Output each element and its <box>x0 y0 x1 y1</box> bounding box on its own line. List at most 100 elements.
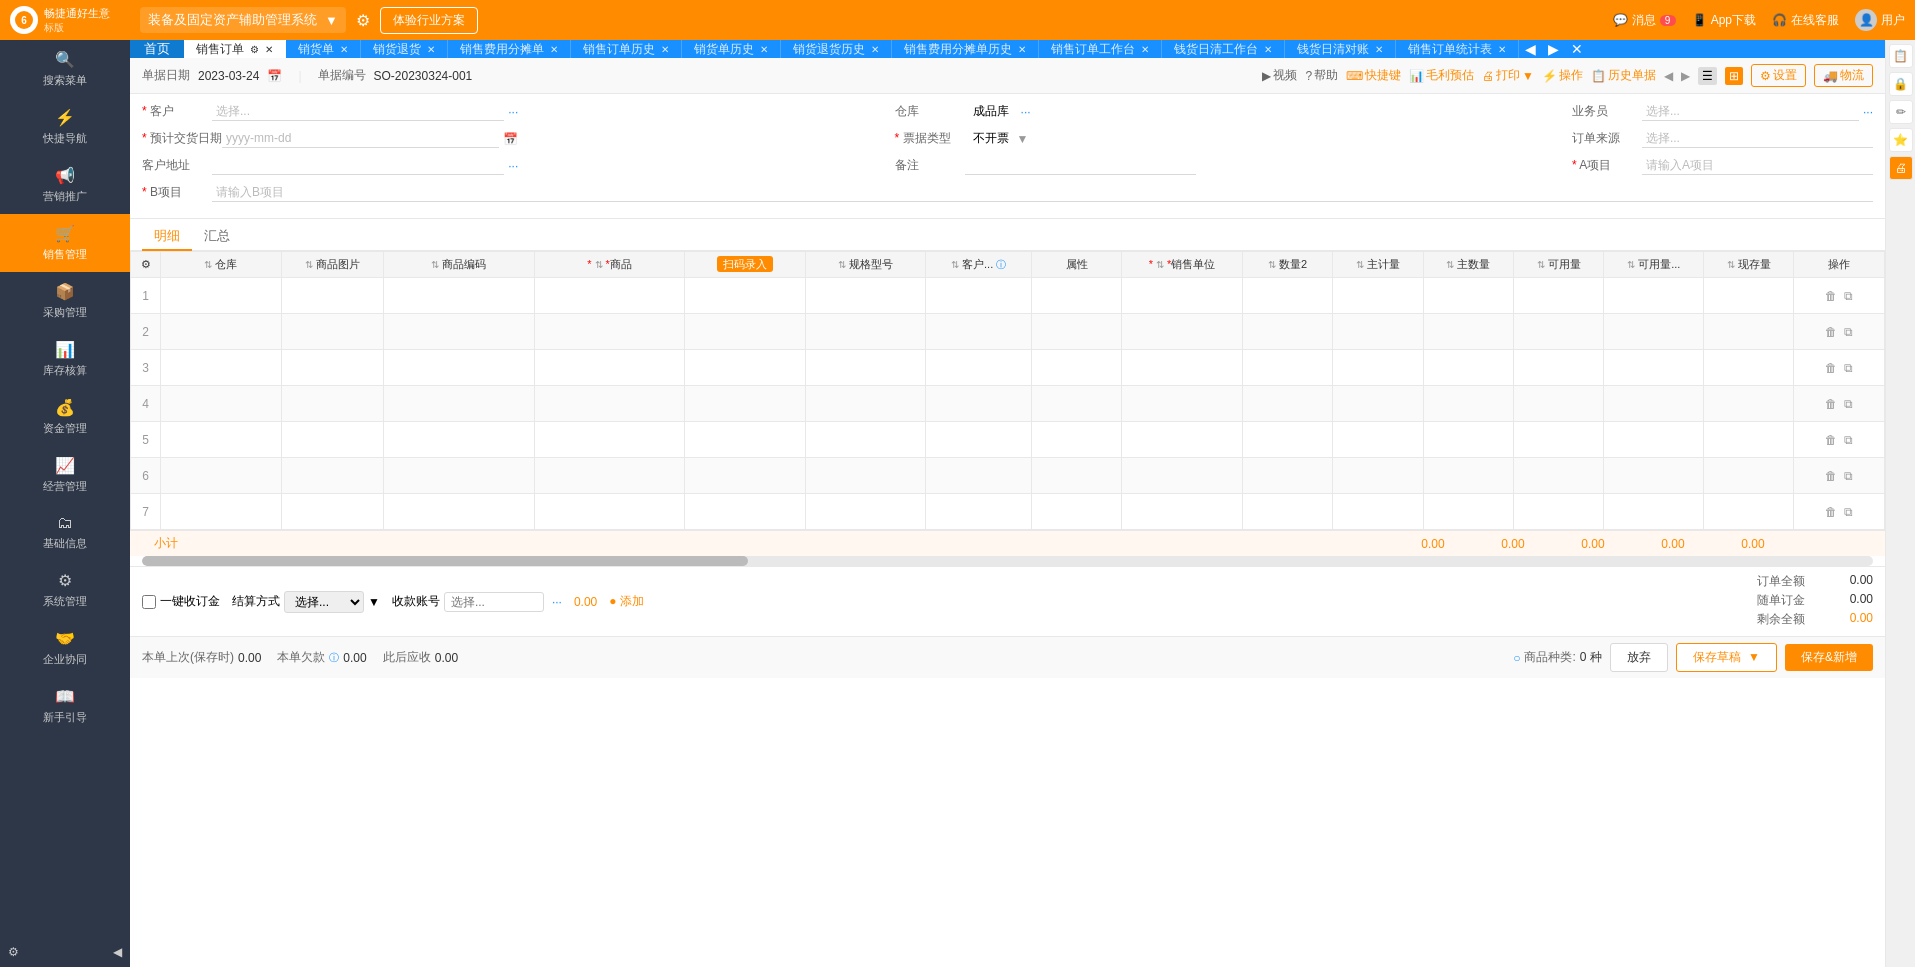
column-settings-icon[interactable]: ⚙ <box>141 258 151 270</box>
sort-icon9[interactable]: ⇅ <box>1356 259 1364 270</box>
row-warehouse-cell[interactable] <box>161 278 282 314</box>
close-tab-cost[interactable]: ✕ <box>550 44 558 55</box>
row-stock-cell[interactable] <box>1704 314 1794 350</box>
row-warehouse-cell[interactable] <box>161 458 282 494</box>
row-main-qty-cell[interactable] <box>1423 278 1513 314</box>
row-spec-cell[interactable] <box>805 494 926 530</box>
row-warehouse-cell[interactable] <box>161 386 282 422</box>
row-qty2-cell[interactable] <box>1242 386 1332 422</box>
row-available2-cell[interactable] <box>1604 494 1704 530</box>
sort-icon5[interactable]: ⇅ <box>838 259 846 270</box>
row-code-cell[interactable] <box>384 278 535 314</box>
sidebar-item-basic[interactable]: 🗂 基础信息 <box>0 504 130 561</box>
tab-close-all-button[interactable]: ✕ <box>1565 40 1589 58</box>
sort-icon7[interactable]: ⇅ <box>1156 259 1164 270</box>
row-warehouse-cell[interactable] <box>161 350 282 386</box>
sort-icon13[interactable]: ⇅ <box>1727 259 1735 270</box>
row-available-cell[interactable] <box>1513 350 1603 386</box>
delete-row-icon[interactable]: 🗑 <box>1825 433 1837 447</box>
account-input[interactable] <box>444 592 544 612</box>
row-attr-cell[interactable] <box>1031 350 1121 386</box>
row-stock-cell[interactable] <box>1704 422 1794 458</box>
row-spec-cell[interactable] <box>805 422 926 458</box>
pager-prev[interactable]: ◀ <box>1664 69 1673 83</box>
row-qty2-cell[interactable] <box>1242 422 1332 458</box>
row-warehouse-cell[interactable] <box>161 494 282 530</box>
close-tab-cf[interactable]: ✕ <box>1264 44 1272 55</box>
info-icon2[interactable]: ⓘ <box>329 651 339 665</box>
address-input[interactable] <box>212 156 504 175</box>
tab-stats[interactable]: 销售订单统计表 ✕ <box>1396 40 1519 58</box>
row-main-qty-cell[interactable] <box>1423 458 1513 494</box>
row-spec-cell[interactable] <box>805 350 926 386</box>
row-main-qty-cell[interactable] <box>1423 386 1513 422</box>
row-available-cell[interactable] <box>1513 278 1603 314</box>
row-code-cell[interactable] <box>384 314 535 350</box>
row-main-unit-cell[interactable] <box>1333 350 1423 386</box>
row-available2-cell[interactable] <box>1604 314 1704 350</box>
close-tab-rec[interactable]: ✕ <box>1375 44 1383 55</box>
tab-sales-order[interactable]: 销售订单 ⚙ ✕ <box>184 40 286 58</box>
row-product-cell[interactable] <box>534 350 685 386</box>
delete-row-icon[interactable]: 🗑 <box>1825 289 1837 303</box>
right-panel-clipboard[interactable]: 📋 <box>1889 44 1913 68</box>
row-main-unit-cell[interactable] <box>1333 458 1423 494</box>
remark-input[interactable] <box>965 156 1196 175</box>
copy-row-icon[interactable]: ⧉ <box>1844 505 1853 519</box>
row-available2-cell[interactable] <box>1604 458 1704 494</box>
shortcut-button[interactable]: ⌨ 快捷键 <box>1346 67 1401 84</box>
row-attr-cell[interactable] <box>1031 278 1121 314</box>
row-stock-cell[interactable] <box>1704 494 1794 530</box>
row-product-cell[interactable] <box>534 314 685 350</box>
close-tab-cost-hist[interactable]: ✕ <box>1018 44 1026 55</box>
history-button[interactable]: 📋 历史单据 <box>1591 67 1656 84</box>
tab-summary[interactable]: 汇总 <box>192 223 242 251</box>
row-stock-cell[interactable] <box>1704 350 1794 386</box>
row-qty2-cell[interactable] <box>1242 458 1332 494</box>
row-customer-code-cell[interactable] <box>926 278 1031 314</box>
sort-icon[interactable]: ⇅ <box>204 259 212 270</box>
row-available-cell[interactable] <box>1513 494 1603 530</box>
row-customer-code-cell[interactable] <box>926 458 1031 494</box>
row-attr-cell[interactable] <box>1031 386 1121 422</box>
sort-icon10[interactable]: ⇅ <box>1446 259 1454 270</box>
row-unit-cell[interactable] <box>1122 350 1243 386</box>
row-unit-cell[interactable] <box>1122 494 1243 530</box>
row-spec-cell[interactable] <box>805 386 926 422</box>
staff-more-icon[interactable]: ··· <box>1863 105 1873 119</box>
tab-cost-history[interactable]: 销售费用分摊单历史 ✕ <box>892 40 1039 58</box>
tab-prev-button[interactable]: ◀ <box>1519 40 1542 58</box>
view-button[interactable]: ▶ 视频 <box>1262 67 1297 84</box>
tab-return[interactable]: 销货退货 ✕ <box>361 40 448 58</box>
tab-cashflow[interactable]: 钱货日清工作台 ✕ <box>1162 40 1285 58</box>
right-panel-star[interactable]: ⭐ <box>1889 128 1913 152</box>
row-main-qty-cell[interactable] <box>1423 314 1513 350</box>
sort-icon4[interactable]: ⇅ <box>595 259 603 270</box>
row-available2-cell[interactable] <box>1604 422 1704 458</box>
row-warehouse-cell[interactable] <box>161 422 282 458</box>
delete-row-icon[interactable]: 🗑 <box>1825 505 1837 519</box>
sidebar-item-inventory[interactable]: 📊 库存核算 <box>0 330 130 388</box>
add-settlement-button[interactable]: ● 添加 <box>609 593 644 610</box>
row-product-cell[interactable] <box>534 458 685 494</box>
settings-button[interactable]: ⚙ 设置 <box>1751 64 1806 87</box>
sort-icon11[interactable]: ⇅ <box>1537 259 1545 270</box>
order-source-input[interactable] <box>1642 129 1873 148</box>
sidebar-item-sales[interactable]: 🛒 销售管理 <box>0 214 130 272</box>
row-code-cell[interactable] <box>384 386 535 422</box>
sidebar-item-enterprise[interactable]: 🤝 企业协同 <box>0 619 130 677</box>
tab-detail[interactable]: 明细 <box>142 223 192 251</box>
customer-more-icon[interactable]: ··· <box>508 105 518 119</box>
warehouse-more-icon[interactable]: ··· <box>1021 105 1031 119</box>
row-stock-cell[interactable] <box>1704 458 1794 494</box>
save-draft-button[interactable]: 保存草稿 ▼ <box>1676 643 1777 672</box>
online-service-button[interactable]: 🎧 在线客服 <box>1772 12 1839 29</box>
row-main-unit-cell[interactable] <box>1333 386 1423 422</box>
copy-row-icon[interactable]: ⧉ <box>1844 433 1853 447</box>
sidebar-item-system[interactable]: ⚙ 系统管理 <box>0 561 130 619</box>
sidebar-item-search[interactable]: 🔍 搜索菜单 <box>0 40 130 98</box>
gear-settings-icon[interactable]: ⚙ <box>356 11 370 30</box>
calendar-icon[interactable]: 📅 <box>267 69 282 83</box>
invoice-dropdown-icon[interactable]: ▼ <box>1017 132 1029 146</box>
row-main-unit-cell[interactable] <box>1333 422 1423 458</box>
